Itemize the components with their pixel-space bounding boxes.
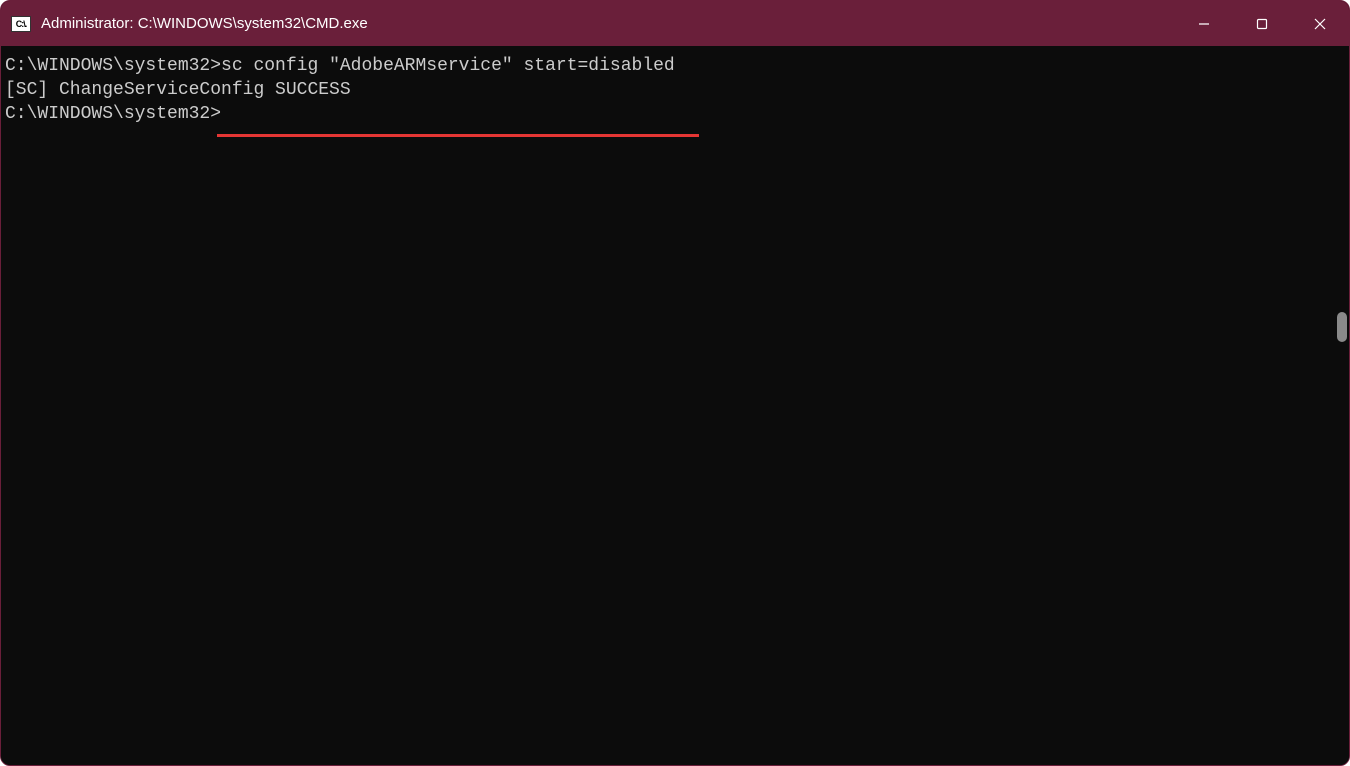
- terminal-line-1: C:\WINDOWS\system32>sc config "AdobeARMs…: [5, 54, 1333, 78]
- red-underline-annotation: [217, 134, 699, 137]
- minimize-button[interactable]: [1175, 1, 1233, 46]
- terminal-content[interactable]: C:\WINDOWS\system32>sc config "AdobeARMs…: [5, 54, 1333, 765]
- window-title: Administrator: C:\WINDOWS\system32\CMD.e…: [41, 15, 1175, 32]
- titlebar[interactable]: C:\. Administrator: C:\WINDOWS\system32\…: [1, 1, 1349, 46]
- scrollbar-thumb[interactable]: [1337, 312, 1347, 342]
- maximize-button[interactable]: [1233, 1, 1291, 46]
- window-controls: [1175, 1, 1349, 46]
- terminal-body[interactable]: C:\WINDOWS\system32>sc config "AdobeARMs…: [1, 46, 1349, 765]
- command-text: sc config "AdobeARMservice" start=disabl…: [221, 56, 675, 76]
- terminal-line-4: C:\WINDOWS\system32>: [5, 102, 1333, 126]
- terminal-line-2: [SC] ChangeServiceConfig SUCCESS: [5, 78, 1333, 102]
- cmd-window: C:\. Administrator: C:\WINDOWS\system32\…: [0, 0, 1350, 766]
- cmd-icon: C:\.: [11, 16, 31, 32]
- prompt-1: C:\WINDOWS\system32>: [5, 56, 221, 76]
- close-button[interactable]: [1291, 1, 1349, 46]
- scrollbar-track[interactable]: [1333, 54, 1349, 765]
